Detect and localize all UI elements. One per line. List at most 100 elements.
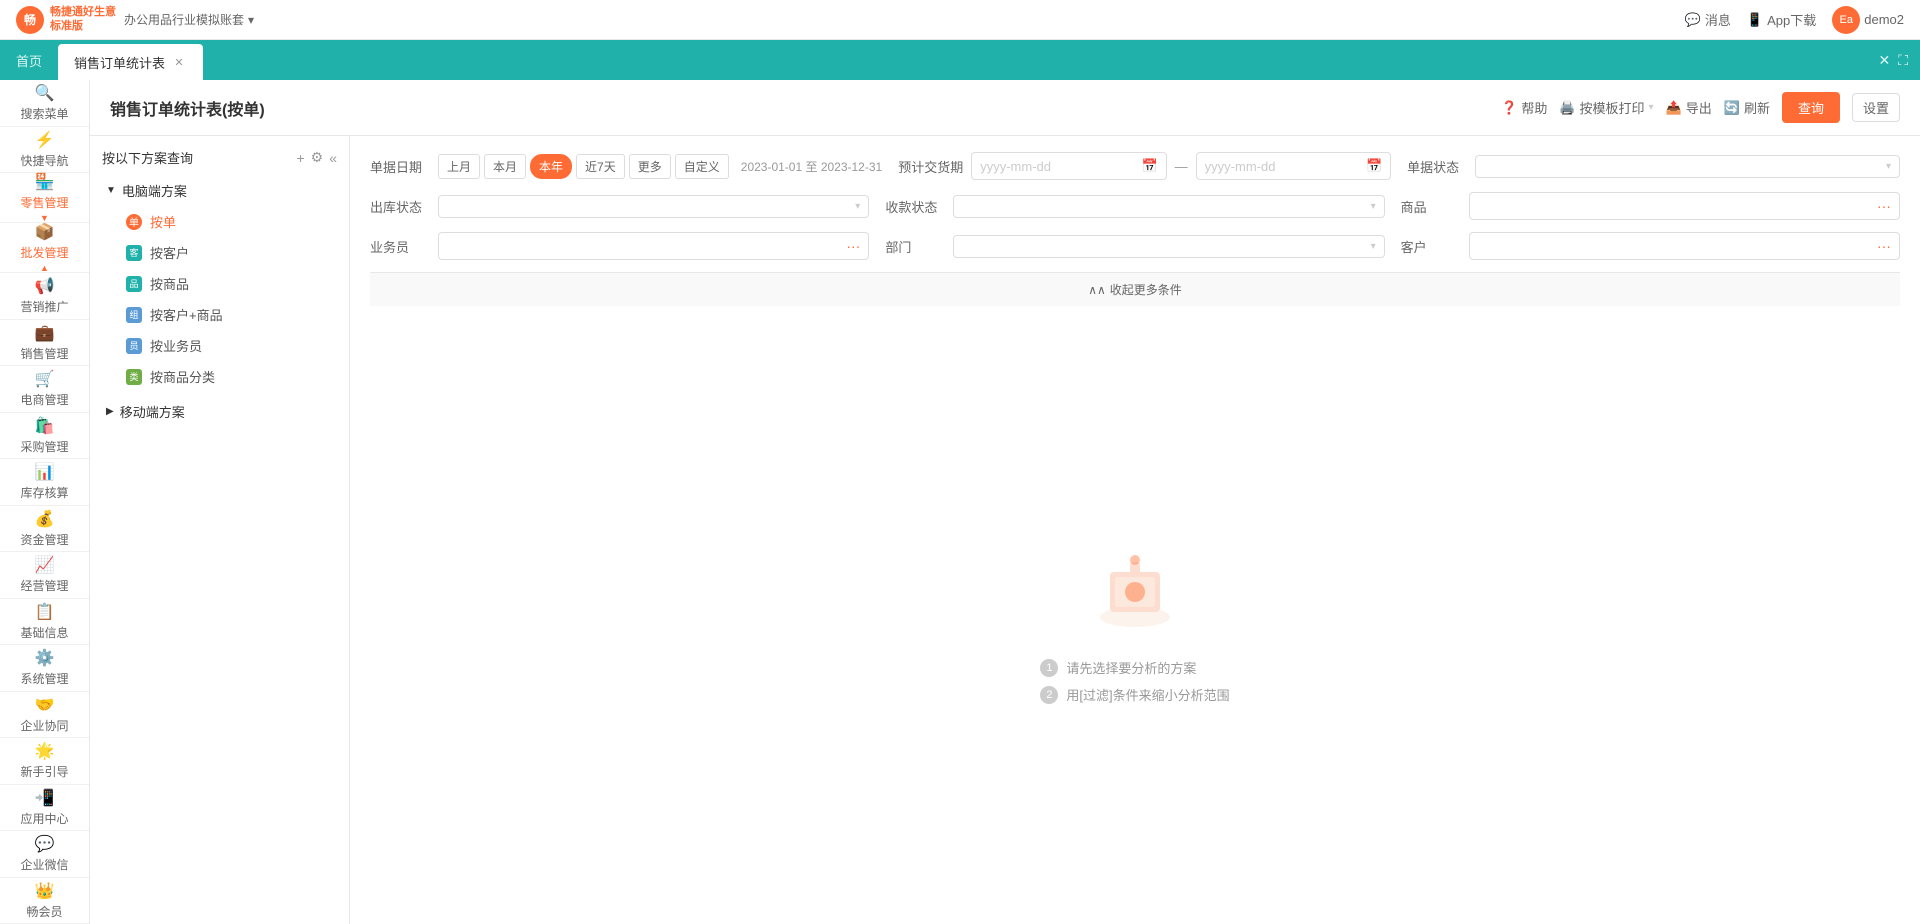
product-input[interactable]: ··· bbox=[1469, 192, 1900, 220]
tab-close-window-icon[interactable]: ✕ bbox=[1878, 52, 1890, 69]
scheme-category-mobile-header[interactable]: ▶ 移动端方案 bbox=[102, 396, 337, 427]
breadcrumb[interactable]: 办公用品行业模拟账套 ▾ bbox=[124, 11, 254, 28]
date-year-btn[interactable]: 本年 bbox=[530, 154, 572, 179]
sidebar-item-marketing[interactable]: 📢 营销推广 bbox=[0, 273, 89, 320]
filter-and-results: 单据日期 上月 本月 本年 近7天 更多 自定义 2023-01-01 至 20… bbox=[350, 136, 1920, 924]
inventory-icon: 📊 bbox=[35, 462, 55, 482]
sidebar-item-wholesale[interactable]: 📦 批发管理 ▲ bbox=[0, 223, 89, 273]
sidebar-item-basics[interactable]: 📋 基础信息 bbox=[0, 599, 89, 646]
sidebar-item-appcenter[interactable]: 📲 应用中心 bbox=[0, 785, 89, 832]
scheme-item-by-customer[interactable]: 客 按客户 bbox=[102, 237, 337, 268]
customer-input[interactable]: ··· bbox=[1469, 232, 1900, 260]
delivery-from-input[interactable]: yyyy-mm-dd 📅 bbox=[971, 152, 1166, 180]
sales-icon: 💼 bbox=[35, 323, 55, 343]
ecommerce-icon: 🛒 bbox=[35, 369, 55, 389]
status-select[interactable]: ▾ bbox=[1475, 155, 1900, 178]
salesman-label: 业务员 bbox=[370, 237, 430, 256]
date-week-btn[interactable]: 近7天 bbox=[576, 154, 625, 179]
user-area[interactable]: Ea demo2 bbox=[1832, 6, 1904, 34]
date-custom-btn[interactable]: 自定义 bbox=[675, 154, 729, 179]
enterprise-icon: 🤝 bbox=[35, 695, 55, 715]
scheme-item-by-product-label: 按商品 bbox=[150, 274, 189, 293]
salesman-more-icon[interactable]: ··· bbox=[846, 238, 860, 254]
tab-sales-stat[interactable]: 销售订单统计表 ✕ bbox=[58, 44, 203, 80]
sidebar-item-retail[interactable]: 🏪 零售管理 ▼ bbox=[0, 173, 89, 223]
tip-2-num: 2 bbox=[1040, 686, 1058, 704]
payment-select[interactable]: ▾ bbox=[953, 195, 1384, 218]
product-filter-group: 商品 ··· bbox=[1401, 192, 1900, 220]
sidebar-item-purchase[interactable]: 🛍️ 采购管理 bbox=[0, 413, 89, 460]
department-select[interactable]: ▾ bbox=[953, 235, 1384, 258]
customer-more-icon[interactable]: ··· bbox=[1877, 238, 1891, 254]
tab-close-icon[interactable]: ✕ bbox=[171, 54, 187, 70]
sidebar-item-newbie[interactable]: 🌟 新手引导 bbox=[0, 738, 89, 785]
shipping-select[interactable]: ▾ bbox=[438, 195, 869, 218]
empty-state: 1 请先选择要分析的方案 2 用[过滤]条件来缩小分析范围 bbox=[350, 322, 1920, 924]
refresh-btn[interactable]: 🔄 刷新 bbox=[1724, 98, 1770, 117]
department-label: 部门 bbox=[885, 237, 945, 256]
sidebar-item-ecommerce-label: 电商管理 bbox=[20, 391, 68, 408]
filter-main-layout: 按以下方案查询 + ⚙ « ▼ 电脑端方案 单 按单 bbox=[90, 136, 1920, 924]
date-separator: — bbox=[1175, 159, 1188, 174]
scheme-item-by-order[interactable]: 单 按单 bbox=[102, 206, 337, 237]
filter-row-1: 单据日期 上月 本月 本年 近7天 更多 自定义 2023-01-01 至 20… bbox=[370, 152, 1900, 180]
customer-label: 客户 bbox=[1401, 237, 1461, 256]
empty-tip-1: 1 请先选择要分析的方案 bbox=[1040, 658, 1229, 677]
delivery-to-input[interactable]: yyyy-mm-dd 📅 bbox=[1196, 152, 1391, 180]
scheme-header: 按以下方案查询 + ⚙ « bbox=[102, 148, 337, 167]
sidebar-item-quick-nav[interactable]: ⚡ 快捷导航 bbox=[0, 127, 89, 174]
filter-row-2: 出库状态 ▾ 收款状态 ▾ bbox=[370, 192, 1900, 220]
tab-home[interactable]: 首页 bbox=[0, 40, 58, 80]
app-label: App下载 bbox=[1767, 10, 1816, 29]
app-download-btn[interactable]: 📱 App下载 bbox=[1747, 10, 1816, 29]
collapse-bar[interactable]: ∧∧ 收起更多条件 bbox=[370, 272, 1900, 306]
scheme-category-pc-label: 电脑端方案 bbox=[122, 181, 187, 200]
sidebar-item-sales-label: 销售管理 bbox=[20, 345, 68, 362]
product-more-icon[interactable]: ··· bbox=[1877, 198, 1891, 214]
salesman-input[interactable]: ··· bbox=[438, 232, 869, 260]
avatar: Ea bbox=[1832, 6, 1860, 34]
scheme-item-by-salesman-label: 按业务员 bbox=[150, 336, 202, 355]
scheme-category-pc: ▼ 电脑端方案 单 按单 客 按客户 品 按商品 bbox=[102, 175, 337, 392]
settings-btn[interactable]: 设置 bbox=[1852, 93, 1900, 122]
tab-fullscreen-icon[interactable]: ⛶ bbox=[1898, 52, 1908, 69]
wholesale-icon: 📦 bbox=[35, 222, 55, 242]
date-curr-btn[interactable]: 本月 bbox=[484, 154, 526, 179]
date-prev-btn[interactable]: 上月 bbox=[438, 154, 480, 179]
scheme-settings-btn[interactable]: ⚙ bbox=[311, 149, 324, 166]
sidebar-item-search-menu[interactable]: 🔍 搜索菜单 bbox=[0, 80, 89, 127]
scheme-add-btn[interactable]: + bbox=[296, 150, 304, 166]
scheme-item-by-product[interactable]: 品 按商品 bbox=[102, 268, 337, 299]
scheme-collapse-btn[interactable]: « bbox=[329, 150, 337, 166]
sidebar-item-inventory[interactable]: 📊 库存核算 bbox=[0, 459, 89, 506]
sidebar-item-finance[interactable]: 💰 资金管理 bbox=[0, 506, 89, 553]
query-btn[interactable]: 查询 bbox=[1782, 92, 1840, 123]
sidebar-item-enterprise[interactable]: 🤝 企业协同 bbox=[0, 692, 89, 739]
scheme-category-pc-header[interactable]: ▼ 电脑端方案 bbox=[102, 175, 337, 206]
basics-icon: 📋 bbox=[35, 602, 55, 622]
sidebar-item-sales[interactable]: 💼 销售管理 bbox=[0, 320, 89, 367]
sidebar-item-corpwechat[interactable]: 💬 企业微信 bbox=[0, 831, 89, 878]
sidebar-item-wholesale-label: 批发管理 bbox=[20, 244, 68, 261]
refresh-label: 刷新 bbox=[1744, 98, 1770, 117]
sidebar-item-system[interactable]: ⚙️ 系统管理 bbox=[0, 645, 89, 692]
export-btn[interactable]: 📤 导出 bbox=[1666, 98, 1712, 117]
sidebar-item-marketing-label: 营销推广 bbox=[20, 298, 68, 315]
sidebar-item-search-menu-label: 搜索菜单 bbox=[20, 105, 68, 122]
scheme-item-by-salesman[interactable]: 员 按业务员 bbox=[102, 330, 337, 361]
sidebar-item-ecommerce[interactable]: 🛒 电商管理 bbox=[0, 366, 89, 413]
print-btn[interactable]: 🖨️ 按模板打印 ▾ bbox=[1559, 98, 1653, 117]
date-more-btn[interactable]: 更多 bbox=[629, 154, 671, 179]
message-btn[interactable]: 💬 消息 bbox=[1685, 10, 1731, 29]
empty-tips: 1 请先选择要分析的方案 2 用[过滤]条件来缩小分析范围 bbox=[1040, 658, 1229, 704]
logo-area: 畅 畅捷通好生意 标准版 bbox=[16, 6, 116, 34]
sidebar-item-member[interactable]: 👑 畅会员 bbox=[0, 878, 89, 924]
scheme-actions: + ⚙ « bbox=[296, 149, 337, 166]
delivery-from-placeholder: yyyy-mm-dd bbox=[980, 159, 1051, 174]
sidebar-item-operations[interactable]: 📈 经营管理 bbox=[0, 552, 89, 599]
scheme-item-by-category[interactable]: 类 按商品分类 bbox=[102, 361, 337, 392]
scheme-item-by-cust-prod[interactable]: 组 按客户+商品 bbox=[102, 299, 337, 330]
help-btn[interactable]: ❓ 帮助 bbox=[1501, 98, 1547, 117]
scheme-item-by-customer-label: 按客户 bbox=[150, 243, 189, 262]
sidebar-item-appcenter-label: 应用中心 bbox=[20, 810, 68, 827]
